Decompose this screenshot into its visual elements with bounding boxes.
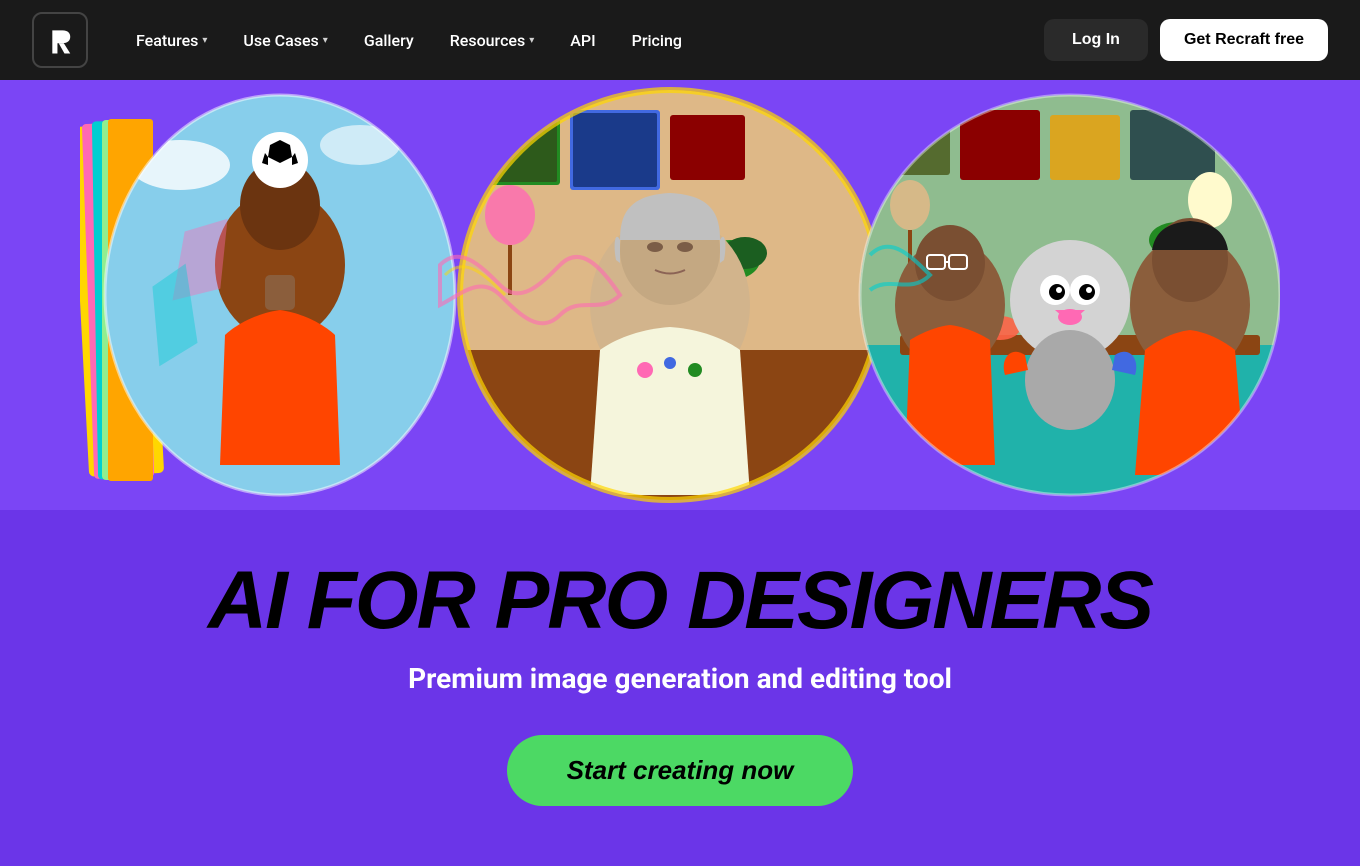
chevron-down-icon: ▾ <box>323 35 328 46</box>
get-recraft-button[interactable]: Get Recraft free <box>1160 19 1328 61</box>
nav-gallery[interactable]: Gallery <box>348 23 430 58</box>
logo[interactable] <box>32 12 88 68</box>
nav-gallery-label: Gallery <box>364 31 414 50</box>
hero-text-section: AI FOR PRO DESIGNERS Premium image gener… <box>0 510 1360 866</box>
nav-use-cases-label: Use Cases <box>243 31 318 50</box>
nav-pricing-label: Pricing <box>632 31 682 50</box>
nav-features[interactable]: Features ▾ <box>120 23 223 58</box>
chevron-down-icon: ▾ <box>202 35 207 46</box>
hero-subtitle: Premium image generation and editing too… <box>60 662 1300 695</box>
nav-use-cases[interactable]: Use Cases ▾ <box>227 23 343 58</box>
hero-image-section <box>0 80 1360 510</box>
hero-collage <box>80 85 1280 505</box>
nav-actions: Log In Get Recraft free <box>1044 19 1328 61</box>
navbar: Features ▾ Use Cases ▾ Gallery Resources… <box>0 0 1360 80</box>
nav-api[interactable]: API <box>554 23 611 58</box>
nav-api-label: API <box>570 31 595 50</box>
login-button[interactable]: Log In <box>1044 19 1148 61</box>
nav-features-label: Features <box>136 31 198 50</box>
chevron-down-icon: ▾ <box>529 35 534 46</box>
nav-pricing[interactable]: Pricing <box>616 23 698 58</box>
nav-resources[interactable]: Resources ▾ <box>434 23 551 58</box>
logo-icon <box>44 24 76 56</box>
start-creating-button[interactable]: Start creating now <box>507 735 854 806</box>
collage-artwork <box>80 85 1280 505</box>
nav-links: Features ▾ Use Cases ▾ Gallery Resources… <box>120 23 1044 58</box>
hero-title: AI FOR PRO DESIGNERS <box>60 560 1300 642</box>
nav-resources-label: Resources <box>450 31 526 50</box>
